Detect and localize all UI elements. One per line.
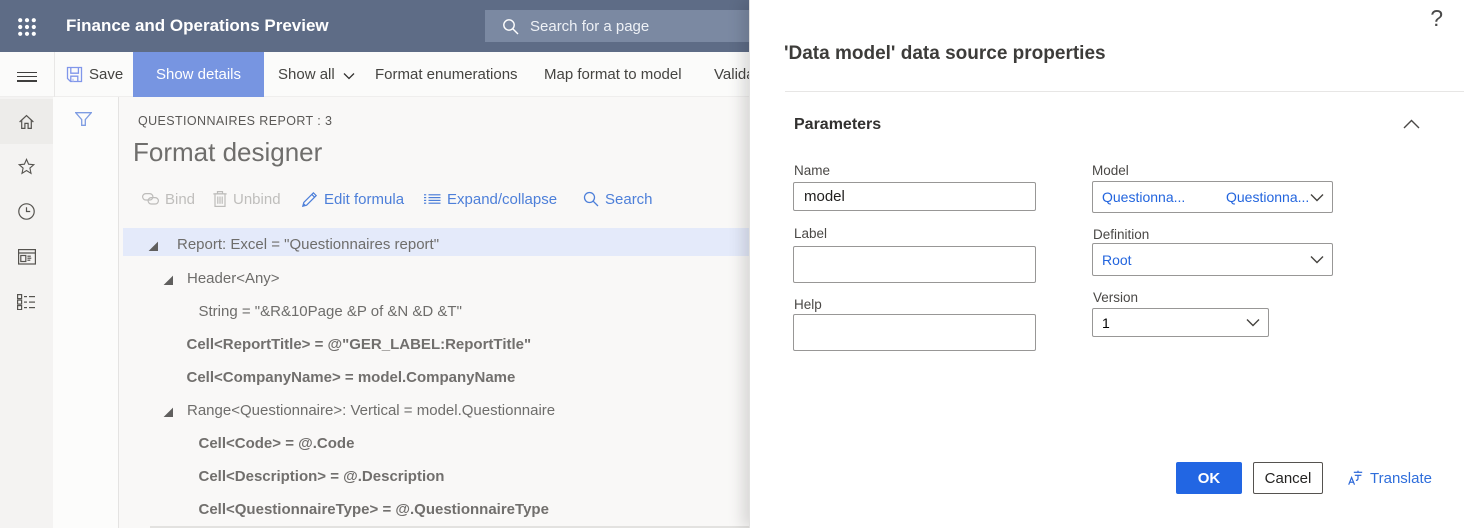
show-all-menu-button[interactable]: Show all xyxy=(278,52,355,97)
cancel-button[interactable]: Cancel xyxy=(1253,462,1323,494)
filter-funnel-icon xyxy=(75,112,92,126)
nav-sidebar xyxy=(0,97,53,528)
chevron-down-icon xyxy=(1310,193,1324,202)
chevron-down-icon xyxy=(343,72,355,80)
tree-row-label: String = "&R&10Page &P of &N &D &T" xyxy=(199,303,462,320)
chevron-down-icon xyxy=(1246,318,1260,327)
format-enumerations-label: Format enumerations xyxy=(375,66,518,83)
model-value-description: Questionna... xyxy=(1217,189,1309,205)
star-icon xyxy=(18,158,35,175)
version-dropdown[interactable]: 1 xyxy=(1092,308,1269,337)
version-value: 1 xyxy=(1093,315,1110,331)
definition-field-label: Definition xyxy=(1093,227,1149,242)
home-icon xyxy=(18,113,35,130)
save-label: Save xyxy=(89,66,123,83)
chevron-down-icon xyxy=(1310,255,1324,264)
tree-row-label: Report: Excel = "Questionnaires report" xyxy=(177,236,439,253)
tree-row-label: Cell<ReportTitle> = @"GER_LABEL:ReportTi… xyxy=(187,336,532,353)
model-field-label: Model xyxy=(1092,163,1129,178)
name-field-label: Name xyxy=(794,163,830,178)
translate-icon xyxy=(1348,470,1364,486)
tree-row-label: Cell<QuestionnaireType> = @.Questionnair… xyxy=(199,501,549,518)
toolbar-divider xyxy=(54,52,55,97)
search-icon xyxy=(502,18,519,35)
app-title: Finance and Operations Preview xyxy=(66,0,329,52)
label-field-label: Label xyxy=(794,226,827,241)
show-details-label: Show details xyxy=(156,66,241,83)
show-details-button[interactable]: Show details xyxy=(133,52,264,97)
news-icon xyxy=(18,249,36,265)
save-icon xyxy=(66,66,83,83)
model-dropdown[interactable]: Questionna... Questionna... xyxy=(1092,181,1333,213)
sidebar-item-home[interactable] xyxy=(0,99,53,144)
expanded-triangle-icon[interactable] xyxy=(148,241,158,251)
translate-label: Translate xyxy=(1370,470,1432,487)
label-input[interactable] xyxy=(793,246,1036,283)
sidebar-item-workspaces[interactable] xyxy=(0,234,53,279)
help-field-label: Help xyxy=(794,297,822,312)
app-root: Finance and Operations Preview Search fo… xyxy=(0,0,1464,528)
tree-row-label: Cell<Code> = @.Code xyxy=(199,435,355,452)
map-format-to-model-button[interactable]: Map format to model xyxy=(544,52,682,97)
tree-row-label: Range<Questionnaire>: Vertical = model.Q… xyxy=(187,402,555,419)
tree-row-label: Header<Any> xyxy=(187,270,280,287)
filter-button[interactable] xyxy=(69,105,97,133)
help-input[interactable] xyxy=(793,314,1036,351)
sidebar-item-recent[interactable] xyxy=(0,189,53,234)
search-placeholder: Search for a page xyxy=(530,18,649,35)
clock-icon xyxy=(18,203,35,220)
data-source-properties-dialog: ? 'Data model' data source properties Pa… xyxy=(749,0,1464,528)
hamburger-menu-icon[interactable] xyxy=(17,72,37,85)
tree-row-label: Cell<CompanyName> = model.CompanyName xyxy=(187,369,516,386)
translate-button[interactable]: Translate xyxy=(1348,462,1432,494)
ok-button[interactable]: OK xyxy=(1176,462,1242,494)
tree-row-label: Cell<Description> = @.Description xyxy=(199,468,445,485)
save-button[interactable]: Save xyxy=(66,52,123,97)
format-enumerations-button[interactable]: Format enumerations xyxy=(375,52,518,97)
sidebar-item-modules[interactable] xyxy=(0,279,53,324)
help-icon[interactable]: ? xyxy=(1430,5,1443,32)
filter-pane xyxy=(53,97,119,528)
definition-dropdown[interactable]: Root xyxy=(1092,243,1333,276)
definition-value: Root xyxy=(1093,252,1132,268)
dialog-title: 'Data model' data source properties xyxy=(784,43,1106,65)
model-value-name: Questionna... xyxy=(1093,189,1185,205)
parameters-section-header: Parameters xyxy=(794,116,881,134)
modules-icon xyxy=(17,294,36,310)
version-field-label: Version xyxy=(1093,290,1138,305)
sidebar-item-favorites[interactable] xyxy=(0,144,53,189)
collapse-section-chevron-icon[interactable] xyxy=(1403,119,1420,129)
name-input[interactable] xyxy=(793,182,1036,211)
waffle-menu-icon[interactable] xyxy=(17,17,37,37)
show-all-label: Show all xyxy=(278,66,335,83)
map-format-label: Map format to model xyxy=(544,66,682,83)
dialog-divider xyxy=(785,91,1464,92)
expanded-triangle-icon[interactable] xyxy=(163,275,173,285)
expanded-triangle-icon[interactable] xyxy=(163,407,173,417)
